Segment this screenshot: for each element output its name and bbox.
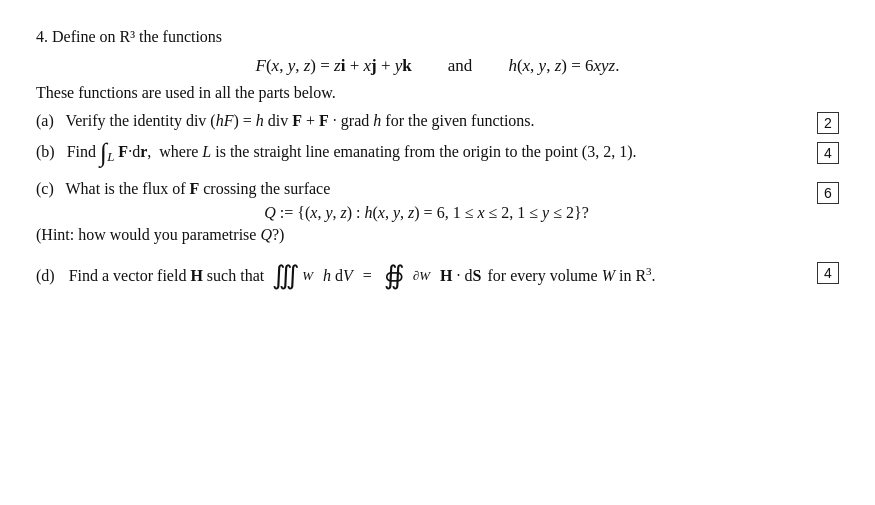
part-c-text: What is the flux of F crossing the surfa… (65, 180, 330, 197)
part-a-text: Verify the identity div (hF) = h div F +… (65, 112, 534, 129)
equals-sign: = (363, 267, 372, 285)
number-label: 4. (36, 28, 48, 45)
part-b-label: (b) (36, 143, 63, 160)
sub-dW: ∂W (413, 268, 430, 284)
question-number: 4. Define on R³ the functions (36, 28, 839, 46)
score-c: 6 (817, 182, 839, 204)
part-a-content: (a) Verify the identity div (hF) = h div… (36, 112, 839, 130)
part-b: (b) Find ∫L F·dr, where L is the straigh… (36, 140, 839, 166)
intro-text-2: These functions are used in all the part… (36, 84, 839, 102)
part-b-content: (b) Find ∫L F·dr, where L is the straigh… (36, 140, 817, 166)
part-b-integrand: F·dr, where L is the straight line emana… (118, 143, 636, 160)
F-definition: F(x, y, z) = zi + xj + yk (256, 56, 412, 76)
part-d-pre: Find a vector field H such that (69, 267, 265, 285)
part-d-post: for every volume W in R3. (487, 265, 655, 285)
score-b: 4 (817, 142, 839, 164)
part-c-label: (c) (36, 180, 62, 197)
part-d: (d) Find a vector field H such that ∭ W h… (36, 260, 839, 291)
part-d-label: (d) (36, 267, 63, 285)
page: 4. Define on R³ the functions F(x, y, z)… (0, 0, 875, 505)
part-a-row: (a) Verify the identity div (hF) = h div… (36, 112, 839, 130)
h-definition: h(x, y, z) = 6xyz. (508, 56, 619, 76)
and-connector: and (448, 56, 473, 76)
subscript-L: L (107, 149, 114, 164)
part-c-hint: (Hint: how would you parametrise Q?) (36, 226, 817, 244)
part-b-find: Find (67, 143, 100, 160)
part-c-content: (c) What is the flux of F crossing the s… (36, 180, 817, 250)
surface-integral-symbol: ∯ (384, 260, 405, 291)
formula-line: F(x, y, z) = zi + xj + yk and h(x, y, z)… (36, 56, 839, 76)
intro-text: Define on R³ the functions (52, 28, 222, 45)
part-a-label: (a) (36, 112, 62, 129)
triple-integral: ∭ (272, 260, 294, 291)
integrand-h: h dV (323, 267, 353, 285)
part-c: (c) What is the flux of F crossing the s… (36, 180, 839, 250)
Q-definition: Q := {(x, y, z) : h(x, y, z) = 6, 1 ≤ x … (36, 204, 817, 222)
score-a: 2 (817, 112, 839, 134)
part-a: (a) Verify the identity div (hF) = h div… (36, 112, 839, 130)
part-d-content: (d) Find a vector field H such that ∭ W h… (36, 260, 817, 291)
sub-W: W (302, 268, 313, 284)
integrand-H: H · dS (440, 267, 481, 285)
score-d: 4 (817, 262, 839, 284)
part-d-line: (d) Find a vector field H such that ∭ W h… (36, 260, 817, 291)
